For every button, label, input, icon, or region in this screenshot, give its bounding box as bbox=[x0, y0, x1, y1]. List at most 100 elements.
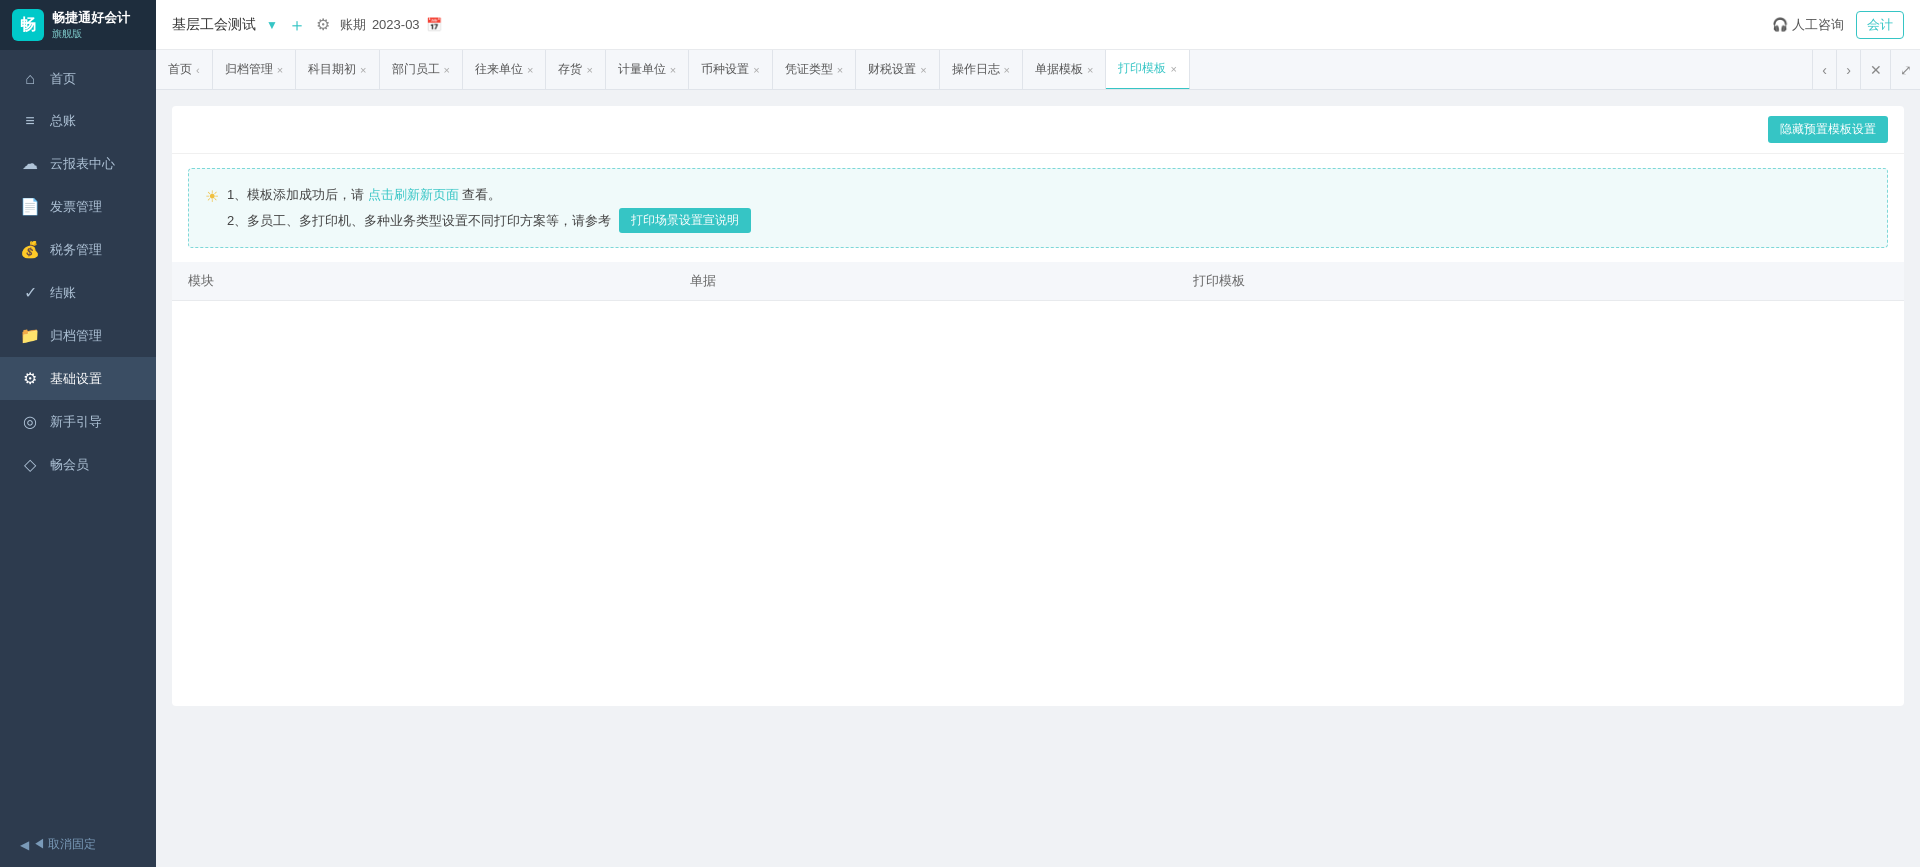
tab-label: 操作日志 bbox=[952, 61, 1000, 78]
col-single: 单据 bbox=[674, 262, 1176, 301]
period-display: 账期 2023-03 📅 bbox=[340, 16, 442, 34]
tab-close-icon[interactable]: × bbox=[586, 64, 592, 76]
sidebar-item-tax[interactable]: 💰 税务管理 bbox=[0, 228, 156, 271]
sidebar-item-archive[interactable]: 📁 归档管理 bbox=[0, 314, 156, 357]
tab-close-icon[interactable]: × bbox=[753, 64, 759, 76]
tab-stock[interactable]: 存货 × bbox=[546, 50, 605, 90]
sidebar-item-guide[interactable]: ◎ 新手引导 bbox=[0, 400, 156, 443]
notice-line1-suffix: 查看。 bbox=[462, 187, 501, 202]
sidebar-item-label: 云报表中心 bbox=[50, 155, 115, 173]
tab-close-icon[interactable]: × bbox=[1087, 64, 1093, 76]
tab-next-button[interactable]: › bbox=[1836, 50, 1860, 90]
tab-close-all-button[interactable]: ✕ bbox=[1860, 50, 1890, 90]
main-area: 基层工会测试 ▼ ＋ ⚙ 账期 2023-03 📅 🎧 人工咨询 会计 首页 ‹ bbox=[156, 0, 1920, 867]
service-label: 人工咨询 bbox=[1792, 16, 1844, 34]
tab-back-icon: ‹ bbox=[196, 64, 200, 76]
sidebar-item-label: 基础设置 bbox=[50, 370, 102, 388]
sidebar-item-home[interactable]: ⌂ 首页 bbox=[0, 58, 156, 100]
headset-icon: 🎧 bbox=[1772, 17, 1788, 32]
service-button[interactable]: 🎧 人工咨询 bbox=[1772, 16, 1844, 34]
tab-operation-log[interactable]: 操作日志 × bbox=[940, 50, 1023, 90]
calendar-icon[interactable]: 📅 bbox=[426, 17, 442, 32]
guide-icon: ◎ bbox=[20, 412, 40, 431]
tab-label: 单据模板 bbox=[1035, 61, 1083, 78]
tab-close-icon[interactable]: × bbox=[444, 64, 450, 76]
tab-close-icon[interactable]: × bbox=[277, 64, 283, 76]
action-bar: 隐藏预置模板设置 bbox=[172, 106, 1904, 154]
company-dropdown-icon[interactable]: ▼ bbox=[266, 18, 278, 32]
settings-gear-icon[interactable]: ⚙ bbox=[316, 15, 330, 34]
tab-subject[interactable]: 科目期初 × bbox=[296, 50, 379, 90]
sidebar-logo: 畅 畅捷通好会计 旗舰版 bbox=[0, 0, 156, 50]
archive-icon: 📁 bbox=[20, 326, 40, 345]
tab-close-icon[interactable]: × bbox=[920, 64, 926, 76]
tab-currency[interactable]: 币种设置 × bbox=[689, 50, 772, 90]
sidebar-item-label: 归档管理 bbox=[50, 327, 102, 345]
print-template-table: 模块 单据 打印模板 bbox=[172, 262, 1904, 301]
period-value: 2023-03 bbox=[372, 17, 420, 32]
tab-label: 打印模板 bbox=[1118, 60, 1166, 77]
content-area: 隐藏预置模板设置 ☀ 1、模板添加成功后，请 点击刷新新页面 查看。 2、多员工… bbox=[172, 106, 1904, 706]
sidebar-item-ledger[interactable]: ≡ 总账 bbox=[0, 100, 156, 142]
tab-label: 首页 bbox=[168, 61, 192, 78]
reports-icon: ☁ bbox=[20, 154, 40, 173]
sidebar: 畅 畅捷通好会计 旗舰版 ⌂ 首页 ≡ 总账 ☁ 云报表中心 📄 发票管理 💰 … bbox=[0, 0, 156, 867]
ledger-icon: ≡ bbox=[20, 112, 40, 130]
tab-voucher-type[interactable]: 凭证类型 × bbox=[773, 50, 856, 90]
tab-tax-settings[interactable]: 财税设置 × bbox=[856, 50, 939, 90]
sidebar-item-reports[interactable]: ☁ 云报表中心 bbox=[0, 142, 156, 185]
tab-label: 往来单位 bbox=[475, 61, 523, 78]
tab-expand-button[interactable]: ⤢ bbox=[1890, 50, 1920, 90]
tabs-container: 首页 ‹ 归档管理 × 科目期初 × 部门员工 × 往来单位 × 存货 × bbox=[156, 50, 1812, 90]
sidebar-unpin-button[interactable]: ◀ ◀ 取消固定 bbox=[0, 822, 156, 867]
add-tab-button[interactable]: ＋ bbox=[288, 13, 306, 37]
invoice-icon: 📄 bbox=[20, 197, 40, 216]
sidebar-item-settings[interactable]: ⚙ 基础设置 bbox=[0, 357, 156, 400]
tab-department[interactable]: 部门员工 × bbox=[380, 50, 463, 90]
period-label: 账期 bbox=[340, 16, 366, 34]
tab-print-template[interactable]: 打印模板 × bbox=[1106, 50, 1189, 90]
sidebar-item-checkout[interactable]: ✓ 结账 bbox=[0, 271, 156, 314]
tab-supplier[interactable]: 往来单位 × bbox=[463, 50, 546, 90]
notice-line2-prefix: 2、多员工、多打印机、多种业务类型设置不同打印方案等，请参考 bbox=[227, 209, 611, 232]
explain-button[interactable]: 打印场景设置宣说明 bbox=[619, 208, 751, 233]
top-header: 基层工会测试 ▼ ＋ ⚙ 账期 2023-03 📅 🎧 人工咨询 会计 bbox=[156, 0, 1920, 50]
sidebar-item-invoice[interactable]: 📄 发票管理 bbox=[0, 185, 156, 228]
tab-unit[interactable]: 计量单位 × bbox=[606, 50, 689, 90]
tab-close-icon[interactable]: × bbox=[670, 64, 676, 76]
kuaiji-button[interactable]: 会计 bbox=[1856, 11, 1904, 39]
sidebar-item-label: 畅会员 bbox=[50, 456, 89, 474]
sidebar-footer-label: ◀ 取消固定 bbox=[33, 836, 96, 853]
tab-label: 凭证类型 bbox=[785, 61, 833, 78]
tab-single-template[interactable]: 单据模板 × bbox=[1023, 50, 1106, 90]
tab-archive[interactable]: 归档管理 × bbox=[213, 50, 296, 90]
tab-close-icon[interactable]: × bbox=[360, 64, 366, 76]
tab-label: 科目期初 bbox=[308, 61, 356, 78]
logo-sub: 旗舰版 bbox=[52, 27, 130, 41]
home-icon: ⌂ bbox=[20, 70, 40, 88]
tab-label: 财税设置 bbox=[868, 61, 916, 78]
tab-label: 计量单位 bbox=[618, 61, 666, 78]
sidebar-item-label: 新手引导 bbox=[50, 413, 102, 431]
refresh-link[interactable]: 点击刷新新页面 bbox=[368, 187, 459, 202]
bulb-icon: ☀ bbox=[205, 183, 219, 212]
tab-label: 币种设置 bbox=[701, 61, 749, 78]
tab-close-icon[interactable]: × bbox=[1170, 63, 1176, 75]
sidebar-item-member[interactable]: ◇ 畅会员 bbox=[0, 443, 156, 486]
sidebar-item-label: 发票管理 bbox=[50, 198, 102, 216]
settings-icon: ⚙ bbox=[20, 369, 40, 388]
tab-close-icon[interactable]: × bbox=[527, 64, 533, 76]
logo-title: 畅捷通好会计 bbox=[52, 9, 130, 27]
tab-label: 存货 bbox=[558, 61, 582, 78]
tab-home[interactable]: 首页 ‹ bbox=[156, 50, 213, 90]
tab-label: 归档管理 bbox=[225, 61, 273, 78]
tab-prev-button[interactable]: ‹ bbox=[1812, 50, 1836, 90]
member-icon: ◇ bbox=[20, 455, 40, 474]
tab-close-icon[interactable]: × bbox=[1004, 64, 1010, 76]
tab-close-icon[interactable]: × bbox=[837, 64, 843, 76]
hide-preview-button[interactable]: 隐藏预置模板设置 bbox=[1768, 116, 1888, 143]
col-print-template: 打印模板 bbox=[1177, 262, 1904, 301]
notice-box: ☀ 1、模板添加成功后，请 点击刷新新页面 查看。 2、多员工、多打印机、多种业… bbox=[188, 168, 1888, 248]
company-name: 基层工会测试 bbox=[172, 16, 256, 34]
notice-line1-prefix: 1、模板添加成功后，请 bbox=[227, 187, 364, 202]
